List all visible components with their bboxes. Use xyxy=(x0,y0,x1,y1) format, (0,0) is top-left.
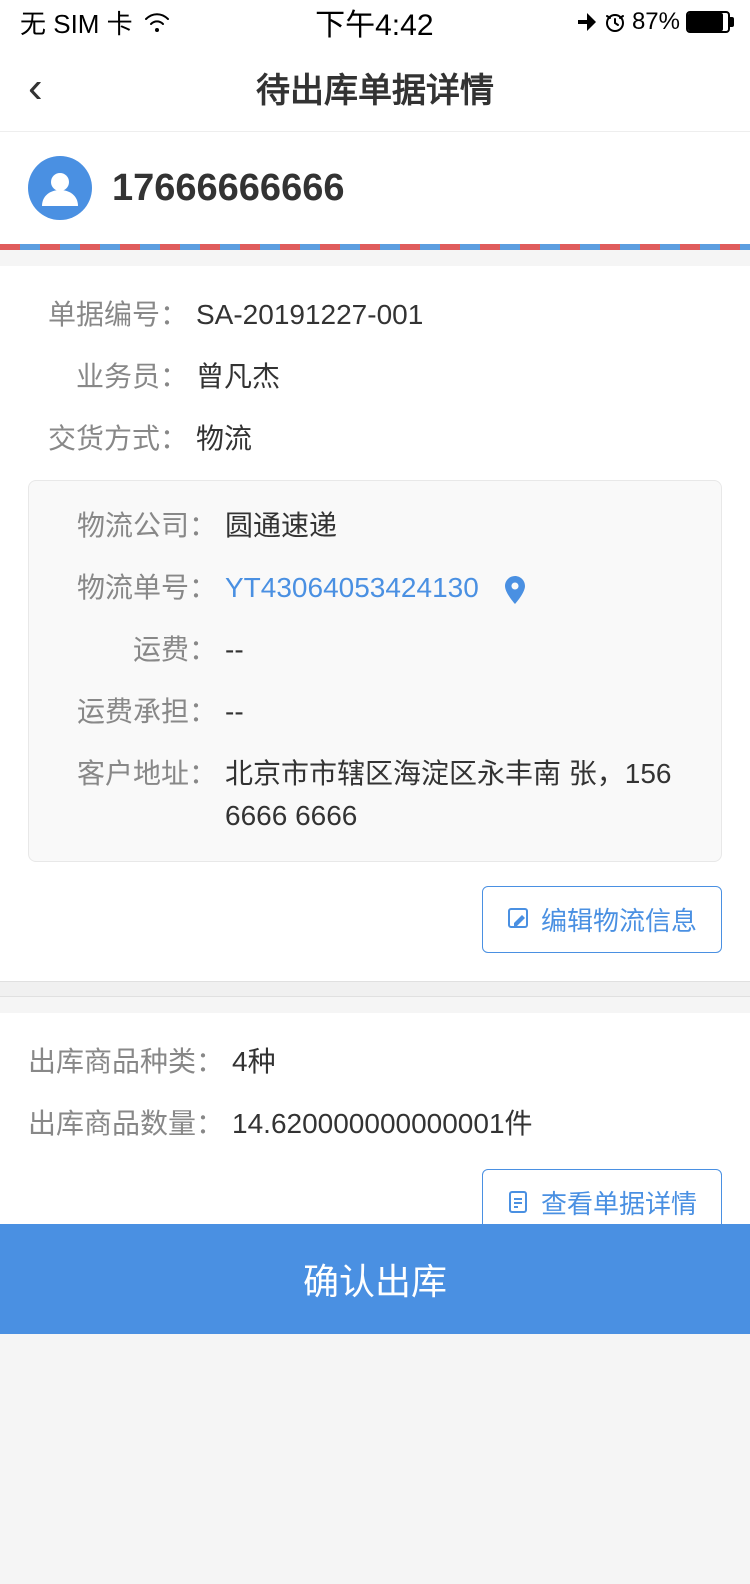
doc-no-row: 单据编号： SA-20191227-001 xyxy=(28,294,722,336)
edit-icon xyxy=(507,907,533,933)
goods-quantity-row: 出库商品数量： 14.620000000000001件 xyxy=(28,1103,722,1145)
map-pin-icon[interactable] xyxy=(499,574,531,606)
nav-bar: ‹ 待出库单据详情 xyxy=(0,44,750,132)
tracking-label: 物流单号： xyxy=(57,567,217,609)
edit-btn-row: 编辑物流信息 xyxy=(28,886,722,953)
section-separator xyxy=(0,981,750,997)
goods-types-value: 4种 xyxy=(232,1041,722,1083)
confirm-outbound-button[interactable]: 确认出库 xyxy=(0,1224,750,1334)
doc-no-label: 单据编号： xyxy=(28,294,188,336)
delivery-label: 交货方式： xyxy=(28,418,188,460)
salesman-value: 曾凡杰 xyxy=(196,356,722,398)
battery-icon xyxy=(686,11,730,33)
freight-bearer-label: 运费承担： xyxy=(57,691,217,733)
logistics-company-label: 物流公司： xyxy=(57,505,217,547)
carrier-text: 无 SIM 卡 xyxy=(20,4,133,41)
dashed-divider xyxy=(0,244,750,250)
back-button[interactable]: ‹ xyxy=(28,63,43,113)
alarm-icon xyxy=(604,11,626,33)
customer-card: 17666666666 xyxy=(0,132,750,244)
tracking-row: 物流单号： YT43064053424130 xyxy=(57,567,693,609)
status-left: 无 SIM 卡 xyxy=(20,4,173,41)
freight-bearer-value: -- xyxy=(225,691,693,733)
tracking-value: YT43064053424130 xyxy=(225,567,693,609)
wifi-icon xyxy=(141,11,173,33)
doc-no-value: SA-20191227-001 xyxy=(196,294,722,336)
main-content: 17666666666 单据编号： SA-20191227-001 业务员： 曾… xyxy=(0,132,750,1584)
address-value: 北京市市辖区海淀区永丰南 张，156 6666 6666 xyxy=(225,753,693,837)
document-icon xyxy=(507,1190,533,1216)
confirm-btn-label: 确认出库 xyxy=(303,1253,447,1305)
salesman-label: 业务员： xyxy=(28,356,188,398)
time-display: 下午4:42 xyxy=(315,0,433,44)
goods-quantity-value: 14.620000000000001件 xyxy=(232,1103,722,1145)
page-title: 待出库单据详情 xyxy=(256,63,494,112)
logistics-box: 物流公司： 圆通速递 物流单号： YT43064053424130 运费： -- xyxy=(28,480,722,862)
status-right: 87% xyxy=(576,8,730,36)
goods-types-label: 出库商品种类： xyxy=(28,1041,224,1083)
person-icon xyxy=(40,168,80,208)
location-icon xyxy=(576,11,598,33)
address-label: 客户地址： xyxy=(57,753,217,795)
freight-label: 运费： xyxy=(57,629,217,671)
battery-percent: 87% xyxy=(632,8,680,36)
logistics-company-row: 物流公司： 圆通速递 xyxy=(57,505,693,547)
delivery-value: 物流 xyxy=(196,418,722,460)
address-row: 客户地址： 北京市市辖区海淀区永丰南 张，156 6666 6666 xyxy=(57,753,693,837)
freight-bearer-row: 运费承担： -- xyxy=(57,691,693,733)
delivery-row: 交货方式： 物流 xyxy=(28,418,722,460)
freight-row: 运费： -- xyxy=(57,629,693,671)
freight-value: -- xyxy=(225,629,693,671)
status-bar: 无 SIM 卡 下午4:42 87% xyxy=(0,0,750,44)
avatar xyxy=(28,156,92,220)
goods-quantity-label: 出库商品数量： xyxy=(28,1103,224,1145)
goods-types-row: 出库商品种类： 4种 xyxy=(28,1041,722,1083)
customer-phone: 17666666666 xyxy=(112,167,344,210)
edit-logistics-button[interactable]: 编辑物流信息 xyxy=(482,886,722,953)
logistics-company-value: 圆通速递 xyxy=(225,505,693,547)
order-info-section: 单据编号： SA-20191227-001 业务员： 曾凡杰 交货方式： 物流 … xyxy=(0,266,750,981)
salesman-row: 业务员： 曾凡杰 xyxy=(28,356,722,398)
